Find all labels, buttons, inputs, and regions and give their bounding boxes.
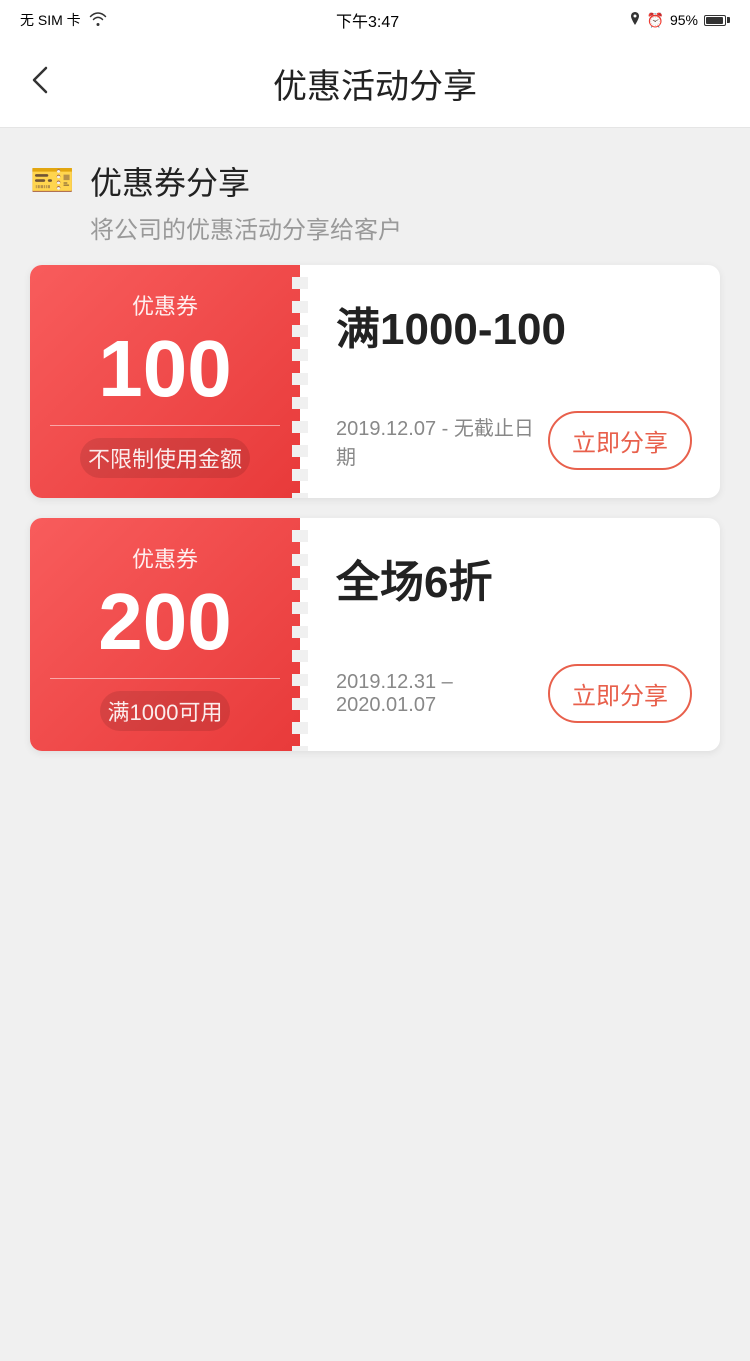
sim-indicator: 无 SIM 卡 bbox=[20, 10, 81, 30]
alarm-icon: ⏰ bbox=[647, 12, 664, 29]
share-button-1[interactable]: 立即分享 bbox=[548, 411, 692, 470]
coupon-right-1: 满1000-100 2019.12.07 - 无截止日期 立即分享 bbox=[300, 265, 720, 498]
coupon-name-2: 全场6折 bbox=[336, 546, 692, 610]
section-icon: 🎫 bbox=[30, 158, 74, 202]
page-title: 优惠活动分享 bbox=[273, 59, 477, 108]
coupon-list: 优惠券 100 不限制使用金额 满1000-100 2019.12.07 - 无… bbox=[0, 265, 750, 801]
nav-bar: 优惠活动分享 bbox=[0, 40, 750, 128]
wifi-icon bbox=[89, 12, 107, 29]
coupon-footer-2: 2019.12.31 – 2020.01.07 立即分享 bbox=[336, 664, 692, 723]
status-time: 下午3:47 bbox=[336, 8, 399, 32]
coupon-amount-2: 200 bbox=[98, 582, 231, 662]
coupon-left-2: 优惠券 200 满1000可用 bbox=[30, 518, 300, 751]
coupon-date-1: 2019.12.07 - 无截止日期 bbox=[336, 412, 548, 470]
coupon-date-2: 2019.12.31 – 2020.01.07 bbox=[336, 671, 548, 717]
coupon-amount-1: 100 bbox=[98, 329, 231, 409]
back-button[interactable] bbox=[30, 64, 50, 103]
coupon-condition-1: 不限制使用金额 bbox=[80, 438, 250, 478]
section-text: 优惠券分享 将公司的优惠活动分享给客户 bbox=[90, 158, 402, 245]
coupon-left-1: 优惠券 100 不限制使用金额 bbox=[30, 265, 300, 498]
battery-icon bbox=[704, 15, 730, 26]
coupon-name-1: 满1000-100 bbox=[336, 293, 692, 357]
coupon-label-2: 优惠券 bbox=[132, 542, 198, 574]
empty-area bbox=[0, 801, 750, 1361]
section-subtitle: 将公司的优惠活动分享给客户 bbox=[90, 210, 402, 245]
coupon-card-2: 优惠券 200 满1000可用 全场6折 2019.12.31 – 2020.0… bbox=[30, 518, 720, 751]
section-title: 优惠券分享 bbox=[90, 158, 402, 204]
battery-percent: 95% bbox=[670, 12, 698, 28]
coupon-condition-2: 满1000可用 bbox=[100, 691, 231, 731]
coupon-footer-1: 2019.12.07 - 无截止日期 立即分享 bbox=[336, 411, 692, 470]
coupon-label-1: 优惠券 bbox=[132, 289, 198, 321]
section-header: 🎫 优惠券分享 将公司的优惠活动分享给客户 bbox=[0, 128, 750, 265]
status-left: 无 SIM 卡 bbox=[20, 10, 107, 30]
status-right: ⏰ 95% bbox=[629, 12, 730, 29]
coupon-card-1: 优惠券 100 不限制使用金额 满1000-100 2019.12.07 - 无… bbox=[30, 265, 720, 498]
location-icon bbox=[629, 12, 641, 29]
status-bar: 无 SIM 卡 下午3:47 ⏰ 95% bbox=[0, 0, 750, 40]
coupon-right-2: 全场6折 2019.12.31 – 2020.01.07 立即分享 bbox=[300, 518, 720, 751]
share-button-2[interactable]: 立即分享 bbox=[548, 664, 692, 723]
